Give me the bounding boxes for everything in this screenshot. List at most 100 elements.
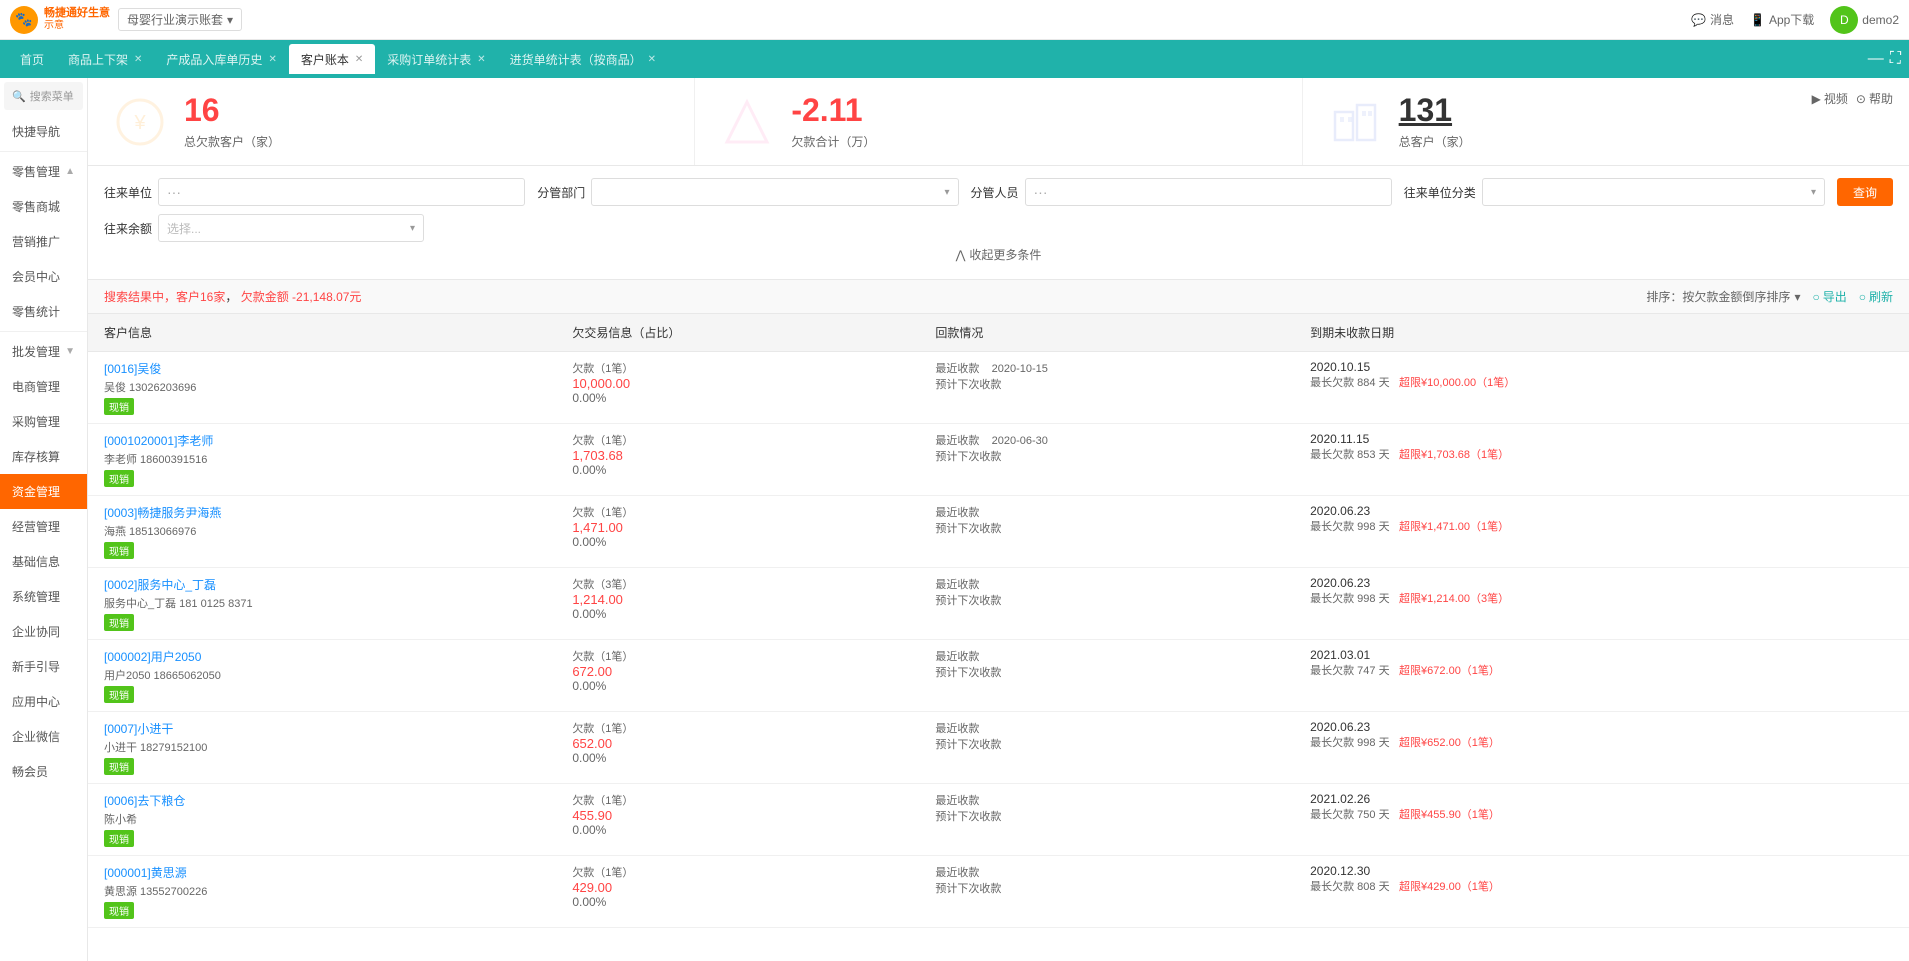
user-menu[interactable]: D demo2 [1830, 6, 1899, 34]
tab-product-history[interactable]: 产成品入库单历史 ✕ [154, 44, 288, 74]
debt-amount[interactable]: 1,214.00 [572, 592, 903, 607]
debt-amount[interactable]: 429.00 [572, 880, 903, 895]
sidebar-item-ecommerce[interactable]: 电商管理 [0, 369, 87, 404]
filter-unit-category: 往来单位分类 ▾ [1404, 178, 1825, 206]
tab-customer-account[interactable]: 客户账本 ✕ [289, 44, 375, 74]
tab-inbound-stats-label: 进货单统计表（按商品） [510, 51, 642, 68]
debt-amount[interactable]: 652.00 [572, 736, 903, 751]
tab-home[interactable]: 首页 [8, 44, 56, 74]
tab-maximize-icon[interactable]: ⛶ [1890, 50, 1901, 68]
hint-label: 示意 [44, 20, 110, 32]
from-unit-input[interactable]: ··· [158, 178, 525, 206]
tab-goods[interactable]: 商品上下架 ✕ [56, 44, 154, 74]
help-button[interactable]: ⊙ 帮助 [1856, 90, 1893, 107]
sidebar-item-purchase[interactable]: 采购管理 [0, 404, 87, 439]
sidebar-item-warehouse[interactable]: 库存核算 [0, 439, 87, 474]
customer-name-link[interactable]: [0016]吴俊 [104, 360, 540, 377]
overdue-link[interactable]: 超限¥1,214.00（3笔） [1399, 593, 1509, 605]
sidebar-enterprise-label: 企业协同 [12, 623, 60, 640]
tab-inbound-stats-close[interactable]: ✕ [648, 54, 656, 65]
person-input[interactable]: ··· [1025, 178, 1392, 206]
stat-customers-value: 131 [1399, 93, 1471, 128]
overdue-link[interactable]: 超限¥455.90（1笔） [1399, 809, 1500, 821]
top-bar-right: 💬 消息 📱 App下载 D demo2 [1691, 6, 1899, 34]
customer-name-link[interactable]: [0003]畅捷服务尹海燕 [104, 504, 540, 521]
overdue-days: 最长欠款 853 天 [1310, 449, 1396, 461]
sidebar-item-batch-mgmt[interactable]: 批发管理 ▼ [0, 334, 87, 369]
table-row: [0002]服务中心_丁磊 服务中心_丁磊 181 0125 8371 现销 欠… [88, 568, 1909, 640]
sidebar-search[interactable]: 🔍 搜索菜单 [4, 82, 83, 110]
tab-customer-account-close[interactable]: ✕ [355, 54, 363, 65]
customer-name-link[interactable]: [0001020001]李老师 [104, 432, 540, 449]
view-video-button[interactable]: ▶ 视频 [1812, 90, 1848, 107]
sidebar-item-retail-mgmt[interactable]: 零售管理 ▲ [0, 154, 87, 189]
tab-purchase-order-close[interactable]: ✕ [477, 54, 485, 65]
sort-selector[interactable]: 排序：按欠款金额倒序排序 ▾ [1646, 288, 1800, 305]
dept-select[interactable]: ▾ [591, 178, 958, 206]
overdue-link[interactable]: 超限¥10,000.00（1笔） [1399, 377, 1515, 389]
sidebar-item-quick-nav[interactable]: 快捷导航 [0, 114, 87, 149]
sidebar-item-member[interactable]: 会员中心 [0, 259, 87, 294]
sidebar-item-finance[interactable]: 资金管理 [0, 474, 87, 509]
table-container: 客户信息 欠交易信息（占比） 回款情况 到期未收款日期 [0016]吴俊 吴俊 … [88, 314, 1909, 961]
tab-purchase-order[interactable]: 采购订单统计表 ✕ [375, 44, 497, 74]
cell-customer: [0007]小进干 小进干 18279152100 现销 [88, 712, 556, 784]
table-header-row: 客户信息 欠交易信息（占比） 回款情况 到期未收款日期 [88, 314, 1909, 352]
message-label: 消息 [1710, 11, 1734, 28]
sidebar-item-retail-store[interactable]: 零售商城 [0, 189, 87, 224]
sidebar-item-enterprise[interactable]: 企业协同 [0, 614, 87, 649]
customer-name-link[interactable]: [0002]服务中心_丁磊 [104, 576, 540, 593]
customer-name-link[interactable]: [0007]小进干 [104, 720, 540, 737]
sidebar-item-newbie[interactable]: 新手引导 [0, 649, 87, 684]
search-label: 搜索菜单 [30, 88, 74, 104]
stat-actions: ▶ 视频 ⊙ 帮助 [1812, 90, 1893, 107]
export-button[interactable]: ○ 导出 [1812, 288, 1846, 305]
stat-debt-info: -2.11 欠款合计（万） [791, 93, 875, 149]
search-button[interactable]: 查询 [1837, 178, 1893, 206]
stats-bar: ¥ 16 总欠款客户（家） -2.11 欠款合计（万） [88, 78, 1909, 166]
customer-name-link[interactable]: [0006]去下粮仓 [104, 792, 540, 809]
overdue-link[interactable]: 超限¥429.00（1笔） [1399, 881, 1500, 893]
balance-select[interactable]: 选择... ▾ [158, 214, 424, 242]
sidebar-item-operation[interactable]: 经营管理 [0, 509, 87, 544]
tab-minimize-icon[interactable]: — [1868, 50, 1884, 68]
unit-category-select[interactable]: ▾ [1482, 178, 1825, 206]
last-payment-label: 最近收款 [935, 720, 1278, 736]
customer-name-link[interactable]: [000001]黄思源 [104, 864, 540, 881]
tab-inbound-stats[interactable]: 进货单统计表（按商品） ✕ [498, 44, 668, 74]
debt-amount[interactable]: 10,000.00 [572, 376, 903, 391]
overdue-link[interactable]: 超限¥652.00（1笔） [1399, 737, 1500, 749]
next-payment-label: 预计下次收款 [935, 520, 1278, 536]
cell-collection: 最近收款 预计下次收款 [919, 496, 1294, 568]
sidebar-item-corp-wechat[interactable]: 企业微信 [0, 719, 87, 754]
debt-amount[interactable]: 1,703.68 [572, 448, 903, 463]
overdue-link[interactable]: 超限¥1,471.00（1笔） [1399, 521, 1509, 533]
tab-product-history-close[interactable]: ✕ [268, 54, 276, 65]
refresh-button[interactable]: ○ 刷新 [1859, 288, 1893, 305]
sidebar-item-retail-stats[interactable]: 零售统计 [0, 294, 87, 329]
store-selector[interactable]: 母婴行业演示账套 ▾ [118, 8, 242, 31]
sidebar-item-system[interactable]: 系统管理 [0, 579, 87, 614]
stat-debtors-label: 总欠款客户（家） [184, 133, 280, 150]
message-button[interactable]: 💬 消息 [1691, 11, 1734, 28]
sidebar-item-marketing[interactable]: 营销推广 [0, 224, 87, 259]
app-download-button[interactable]: 📱 App下载 [1750, 11, 1814, 28]
debt-amount[interactable]: 455.90 [572, 808, 903, 823]
overdue-link[interactable]: 超限¥1,703.68（1笔） [1399, 449, 1509, 461]
sidebar-item-vip[interactable]: 畅会员 [0, 754, 87, 789]
next-payment-label: 预计下次收款 [935, 592, 1278, 608]
overdue-link[interactable]: 超限¥672.00（1笔） [1399, 665, 1500, 677]
search-icon: 🔍 [12, 90, 26, 103]
due-date-value: 2020.10.15 [1310, 360, 1893, 374]
sidebar-item-app-center[interactable]: 应用中心 [0, 684, 87, 719]
overdue-days: 最长欠款 884 天 [1310, 377, 1396, 389]
sidebar-item-basic-info[interactable]: 基础信息 [0, 544, 87, 579]
customer-name-link[interactable]: [000002]用户2050 [104, 648, 540, 665]
tab-customer-account-label: 客户账本 [301, 51, 349, 68]
debt-amount[interactable]: 672.00 [572, 664, 903, 679]
last-payment-label: 最近收款 [935, 504, 1278, 520]
debt-amount[interactable]: 1,471.00 [572, 520, 903, 535]
collapse-button[interactable]: ⋀ 收起更多条件 [956, 246, 1042, 263]
tab-goods-close[interactable]: ✕ [134, 54, 142, 65]
sidebar-operation-label: 经营管理 [12, 518, 60, 535]
